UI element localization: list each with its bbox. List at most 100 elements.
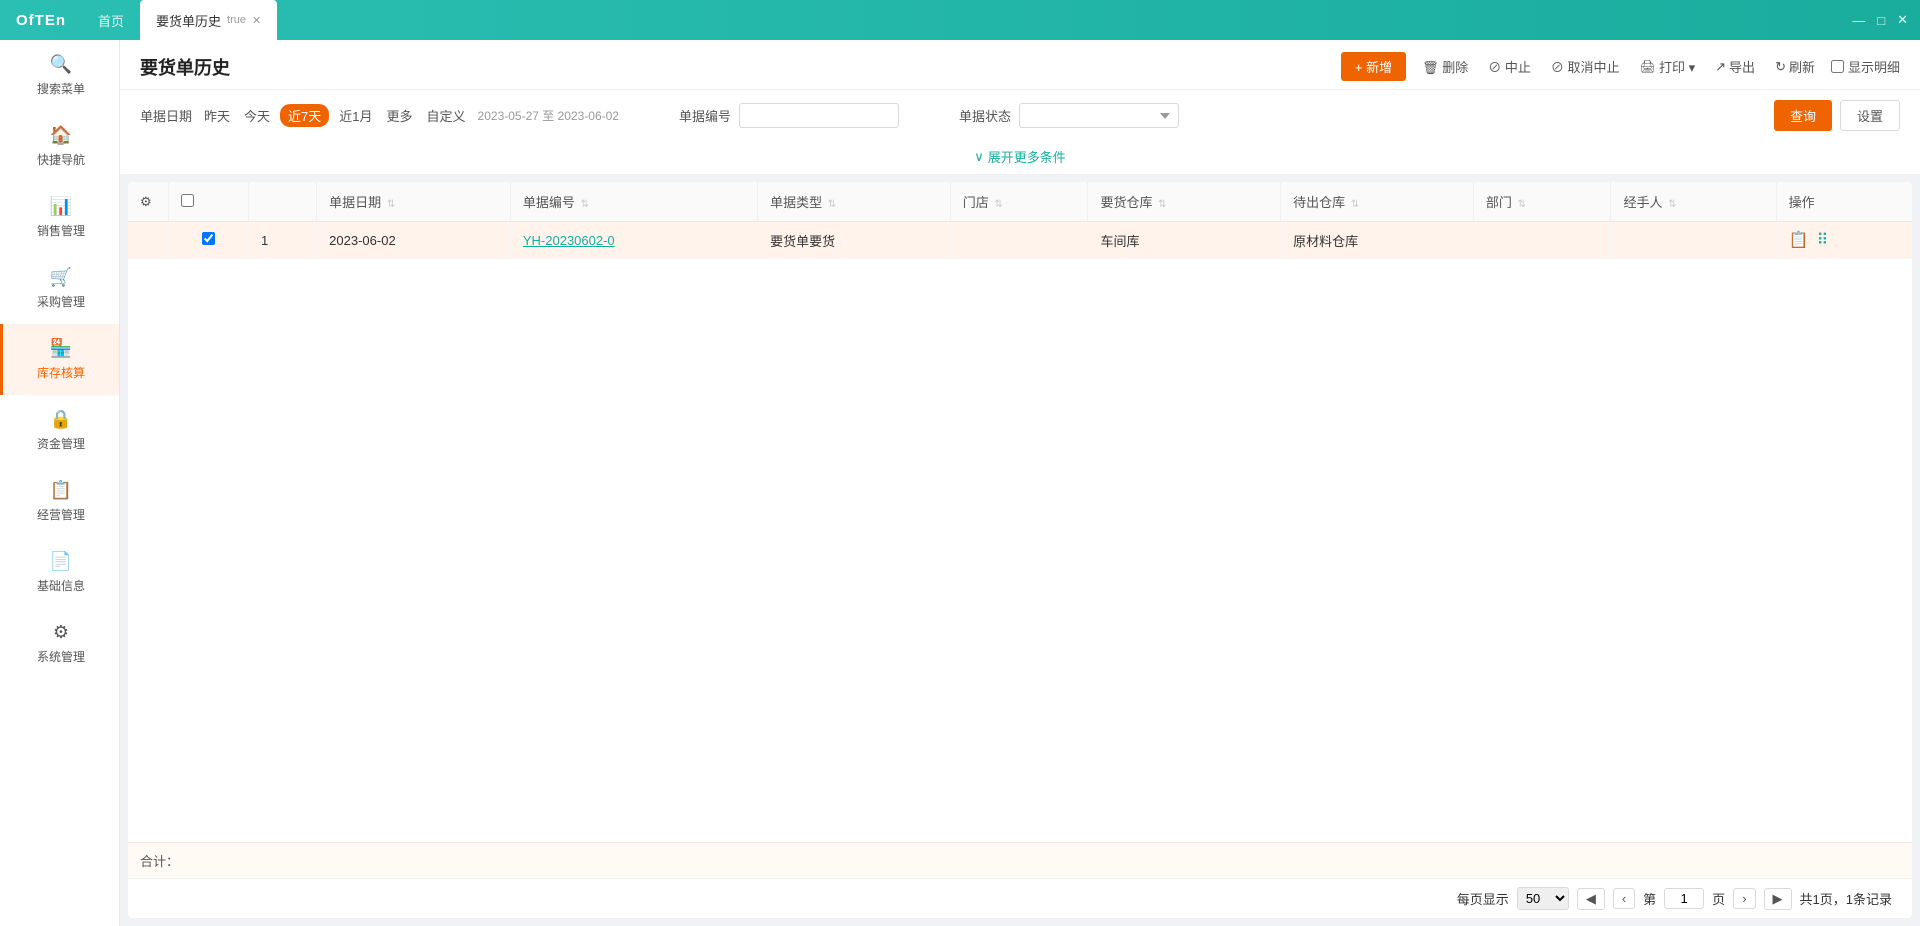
sort-icon: ⇅	[581, 199, 589, 210]
settings-button[interactable]: 设置	[1840, 100, 1900, 131]
date-opt-last1month[interactable]: 近1月	[335, 104, 376, 127]
window-controls: — □ ✕	[1852, 12, 1920, 28]
sidebar-item-label: 快捷导航	[37, 151, 85, 168]
export-button[interactable]: ↗ 导出	[1711, 57, 1759, 76]
date-range-display: 2023-05-27 至 2023-06-02	[478, 107, 619, 124]
col-store[interactable]: 门店 ⇅	[950, 182, 1088, 222]
last-page-btn[interactable]: ▶	[1764, 888, 1792, 910]
table-scroll[interactable]: ⚙ 单据日期 ⇅ 单据编号 ⇅	[128, 182, 1912, 842]
add-button[interactable]: + 新增	[1341, 52, 1406, 81]
cell-req-warehouse: 车间库	[1088, 222, 1281, 259]
refresh-button[interactable]: ↻ 刷新	[1771, 57, 1819, 76]
sidebar-item-label: 搜索菜单	[37, 80, 85, 97]
sidebar-item-sales-mgmt[interactable]: 📊 销售管理	[0, 182, 119, 253]
edit-action-icon[interactable]: ⠿	[1817, 230, 1829, 250]
sort-icon: ⇅	[828, 199, 836, 210]
col-checkbox	[168, 182, 248, 222]
print-button[interactable]: 🖨 🖨 打印 打印 ▾	[1635, 57, 1699, 76]
sidebar-item-label: 基础信息	[37, 577, 85, 594]
cell-settings	[128, 222, 168, 259]
col-settings[interactable]: ⚙	[128, 182, 168, 222]
row-checkbox[interactable]	[202, 232, 215, 245]
page-size-label: 每页显示	[1457, 889, 1509, 908]
col-doc-type[interactable]: 单据类型 ⇅	[758, 182, 951, 222]
doc-number-filter-group: 单据编号	[679, 103, 899, 128]
cell-pending-warehouse: 原材料仓库	[1281, 222, 1474, 259]
close-btn[interactable]: ✕	[1897, 12, 1908, 28]
tab-close-icon[interactable]: true	[227, 14, 246, 26]
stop-button[interactable]: ⊘ 中止	[1484, 57, 1535, 76]
doc-number-link[interactable]: YH-20230602-0	[523, 233, 615, 248]
minimize-btn[interactable]: —	[1852, 13, 1865, 28]
next-page-btn[interactable]: ›	[1733, 888, 1755, 909]
date-opt-last7days[interactable]: 近7天	[280, 104, 329, 127]
col-handler[interactable]: 经手人 ⇅	[1611, 182, 1776, 222]
col-index	[248, 182, 316, 222]
tab-requisition-history[interactable]: 要货单历史 true ✕	[140, 0, 277, 40]
sort-icon: ⇅	[1351, 199, 1359, 210]
maximize-btn[interactable]: □	[1877, 13, 1885, 28]
sidebar-item-purchase-mgmt[interactable]: 🛒 采购管理	[0, 253, 119, 324]
delete-button[interactable]: 🗑 删除	[1418, 57, 1472, 76]
sidebar-item-operations-mgmt[interactable]: 📋 经营管理	[0, 466, 119, 537]
prev-page-btn[interactable]: ‹	[1613, 888, 1635, 909]
sidebar: 🔍 搜索菜单 🏠 快捷导航 📊 销售管理 🛒 采购管理 🏪 库存核算 🔒 资金管…	[0, 40, 120, 926]
filter-section: 单据日期 昨天 今天 近7天 近1月 更多 自定义 2023-05-27 至 2…	[120, 90, 1920, 174]
sort-icon: ⇅	[1517, 199, 1525, 210]
date-filter-label: 单据日期	[140, 106, 192, 125]
query-button[interactable]: 查询	[1774, 100, 1832, 131]
sidebar-item-system-mgmt[interactable]: ⚙ 系统管理	[0, 608, 119, 679]
sidebar-item-label: 库存核算	[37, 364, 85, 381]
table-container: ⚙ 单据日期 ⇅ 单据编号 ⇅	[128, 182, 1912, 918]
show-detail-label: 显示明细	[1848, 57, 1900, 76]
sidebar-item-label: 采购管理	[37, 293, 85, 310]
col-doc-number[interactable]: 单据编号 ⇅	[510, 182, 757, 222]
first-page-btn[interactable]: ◀	[1577, 888, 1605, 910]
sidebar-item-finance-mgmt[interactable]: 🔒 资金管理	[0, 395, 119, 466]
purchase-icon: 🛒	[50, 267, 72, 288]
sidebar-item-inventory[interactable]: 🏪 库存核算	[0, 324, 119, 395]
doc-number-input[interactable]	[739, 103, 899, 128]
cell-doc-number: YH-20230602-0	[510, 222, 757, 259]
search-menu-icon: 🔍	[50, 54, 72, 75]
system-icon: ⚙	[53, 622, 69, 643]
doc-status-select[interactable]	[1019, 103, 1179, 128]
col-req-warehouse[interactable]: 要货仓库 ⇅	[1088, 182, 1281, 222]
doc-status-filter-group: 单据状态	[959, 103, 1179, 128]
data-table: ⚙ 单据日期 ⇅ 单据编号 ⇅	[128, 182, 1912, 259]
cancel-stop-button[interactable]: ⊘ 取消中止	[1547, 57, 1624, 76]
date-opt-custom[interactable]: 自定义	[423, 104, 470, 127]
sort-icon: ⇅	[387, 199, 395, 210]
tab-close-btn[interactable]: ✕	[252, 14, 261, 27]
show-detail-checkbox[interactable]	[1831, 60, 1844, 73]
sidebar-item-search-menu[interactable]: 🔍 搜索菜单	[0, 40, 119, 111]
show-detail-toggle[interactable]: 显示明细	[1831, 57, 1900, 76]
current-page-input[interactable]	[1664, 888, 1704, 909]
page-size-select[interactable]: 10 20 50 100	[1517, 887, 1569, 910]
finance-icon: 🔒	[50, 409, 72, 430]
date-opt-yesterday[interactable]: 昨天	[200, 104, 234, 127]
expand-more-btn[interactable]: ∨ 展开更多条件	[140, 139, 1900, 174]
content-area: 要货单历史 + 新增 🗑 删除 ⊘ 中止 ⊘ 取消中止 🖨 🖨 打印 打印 ▾ …	[120, 40, 1920, 926]
sort-icon: ⇅	[994, 199, 1002, 210]
select-all-checkbox[interactable]	[181, 194, 194, 207]
sidebar-item-quick-nav[interactable]: 🏠 快捷导航	[0, 111, 119, 182]
page-unit: 页	[1712, 889, 1725, 908]
col-doc-date[interactable]: 单据日期 ⇅	[317, 182, 511, 222]
print-icon: 🖨	[1639, 59, 1656, 75]
date-opt-more[interactable]: 更多	[383, 104, 417, 127]
col-action: 操作	[1776, 182, 1912, 222]
sort-icon: ⇅	[1668, 199, 1676, 210]
cell-action: 📋 ⠿	[1776, 222, 1912, 259]
col-pending-warehouse[interactable]: 待出仓库 ⇅	[1281, 182, 1474, 222]
operations-icon: 📋	[50, 480, 72, 501]
col-department[interactable]: 部门 ⇅	[1473, 182, 1611, 222]
date-opt-today[interactable]: 今天	[240, 104, 274, 127]
sidebar-item-label: 销售管理	[37, 222, 85, 239]
sidebar-item-basic-info[interactable]: 📄 基础信息	[0, 537, 119, 608]
toolbar: + 新增 🗑 删除 ⊘ 中止 ⊘ 取消中止 🖨 🖨 打印 打印 ▾ ↗ 导出 ↻…	[1341, 52, 1900, 81]
table-row: 1 2023-06-02 YH-20230602-0 要货单要货 车间库 原材料…	[128, 222, 1912, 259]
export-icon: ↗	[1715, 59, 1726, 75]
tab-home[interactable]: 首页	[82, 0, 140, 40]
view-action-icon[interactable]: 📋	[1789, 230, 1809, 250]
